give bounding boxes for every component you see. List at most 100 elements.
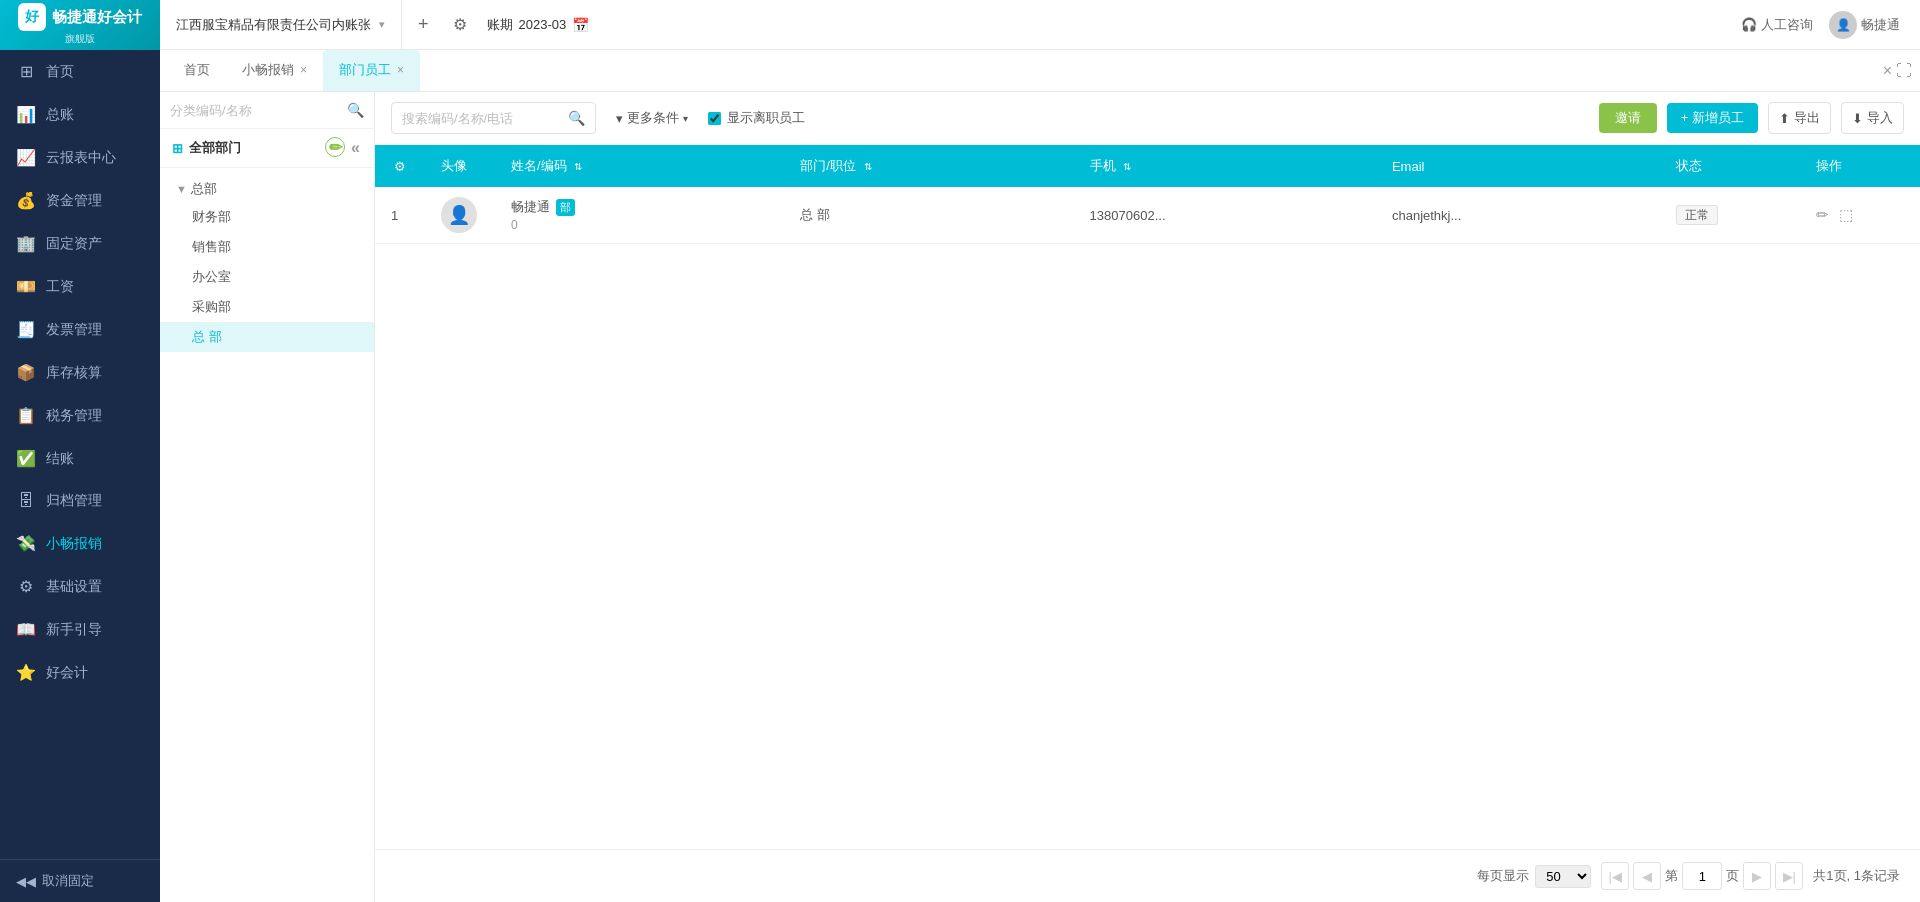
- col-dept[interactable]: 部门/职位 ⇅: [784, 145, 1073, 187]
- row-dept-cell: 总 部: [784, 187, 1073, 244]
- dept-item-general[interactable]: 总 部: [160, 322, 374, 352]
- page-content: 🔍 ⊞ 全部部门 ✏ « ▼ 总部 财务部 销售部: [160, 92, 1920, 902]
- col-settings[interactable]: ⚙: [375, 145, 425, 187]
- sidebar-item-haokuaiji[interactable]: ⭐ 好会计: [0, 651, 160, 694]
- logo: 好 畅捷通好会计 旗舰版: [0, 0, 160, 50]
- sidebar-item-assets[interactable]: 🏢 固定资产: [0, 222, 160, 265]
- last-page-button[interactable]: ▶|: [1775, 862, 1803, 890]
- page-suffix: 页: [1726, 867, 1739, 885]
- employee-name-text: 畅捷通: [511, 198, 550, 216]
- sidebar-item-reports[interactable]: 📈 云报表中心: [0, 136, 160, 179]
- resigned-checkbox-input[interactable]: [708, 112, 721, 125]
- ledger-icon: 📊: [16, 105, 36, 124]
- employee-search-box[interactable]: 🔍: [391, 102, 596, 134]
- sidebar-item-archive[interactable]: 🗄 归档管理: [0, 480, 160, 522]
- sidebar-label-haokuaiji: 好会计: [46, 664, 88, 682]
- add-tab-button[interactable]: +: [414, 14, 433, 35]
- sidebar-item-home[interactable]: ⊞ 首页: [0, 50, 160, 93]
- tab-home[interactable]: 首页: [168, 50, 226, 91]
- company-name: 江西服宝精品有限责任公司内账张: [176, 16, 371, 34]
- unpin-button[interactable]: ◀◀ 取消固定: [0, 859, 160, 902]
- sidebar-item-xiaochang[interactable]: 💸 小畅报销: [0, 522, 160, 565]
- dept-item-sales[interactable]: 销售部: [160, 232, 374, 262]
- dept-item-purchase[interactable]: 采购部: [160, 292, 374, 322]
- settings-icon[interactable]: ⚙: [449, 15, 471, 34]
- dept-header-actions: ✏ «: [325, 137, 362, 159]
- dept-search-input[interactable]: [170, 103, 347, 118]
- dept-group-headquarters[interactable]: ▼ 总部: [160, 176, 374, 202]
- row-phone-cell: 138070602...: [1074, 187, 1376, 244]
- invite-button[interactable]: 邀请: [1599, 103, 1657, 133]
- col-name[interactable]: 姓名/编码 ⇅: [495, 145, 784, 187]
- dept-edit-icon[interactable]: ✏: [325, 137, 345, 157]
- tab-xiaochang[interactable]: 小畅报销 ×: [226, 50, 323, 91]
- calendar-icon[interactable]: 📅: [572, 17, 589, 33]
- sidebar-item-payroll[interactable]: 💴 工资: [0, 265, 160, 308]
- per-page-select[interactable]: 每页显示 50 10 20 100: [1477, 865, 1591, 888]
- sidebar-label-funds: 资金管理: [46, 192, 102, 210]
- dept-all-label: 全部部门: [189, 139, 241, 157]
- reports-icon: 📈: [16, 148, 36, 167]
- sidebar-label-inventory: 库存核算: [46, 364, 102, 382]
- topbar-actions: + ⚙ 账期 2023-03 📅: [402, 14, 601, 35]
- dept-item-finance[interactable]: 财务部: [160, 202, 374, 232]
- row-name-cell: 畅捷通 部 0: [495, 187, 784, 244]
- dept-item-office[interactable]: 办公室: [160, 262, 374, 292]
- prev-page-button[interactable]: ◀: [1633, 862, 1661, 890]
- row-status-cell: 正常: [1660, 187, 1800, 244]
- dept-badge: 部: [556, 199, 575, 216]
- tab-dept-employee[interactable]: 部门员工 ×: [323, 50, 420, 91]
- tab-close-window-icon[interactable]: ×: [1883, 62, 1892, 80]
- next-page-button[interactable]: ▶: [1743, 862, 1771, 890]
- sidebar-item-settings[interactable]: ⚙ 基础设置: [0, 565, 160, 608]
- dept-search-icon[interactable]: 🔍: [347, 102, 364, 118]
- sidebar: ⊞ 首页 📊 总账 📈 云报表中心 💰 资金管理 🏢 固定资产 💴 工资 🧾 发…: [0, 50, 160, 902]
- dept-collapse-icon[interactable]: «: [349, 137, 362, 159]
- col-status: 状态: [1660, 145, 1800, 187]
- sidebar-item-inventory[interactable]: 📦 库存核算: [0, 351, 160, 394]
- show-resigned-checkbox[interactable]: 显示离职员工: [708, 109, 805, 127]
- home-icon: ⊞: [16, 62, 36, 81]
- logout-icon[interactable]: ⬚: [1839, 206, 1853, 224]
- sidebar-item-tax[interactable]: 📋 税务管理: [0, 394, 160, 437]
- company-dropdown-icon[interactable]: ▾: [379, 18, 385, 31]
- col-avatar: 头像: [425, 145, 495, 187]
- tab-close-xiaochang[interactable]: ×: [300, 63, 307, 77]
- edit-icon[interactable]: ✏: [1816, 206, 1829, 224]
- employee-table-container: ⚙ 头像 姓名/编码 ⇅ 部门/职位 ⇅: [375, 145, 1920, 849]
- user-info[interactable]: 👤 畅捷通: [1829, 11, 1900, 39]
- chevron-down-icon: ▾: [683, 113, 688, 124]
- employee-dept: 总 部: [800, 207, 830, 222]
- ai-consult-button[interactable]: 🎧 人工咨询: [1741, 16, 1813, 34]
- tab-expand-buttons: × ⛶: [1883, 62, 1912, 80]
- import-icon: ⬇: [1852, 111, 1863, 126]
- tab-maximize-icon[interactable]: ⛶: [1896, 62, 1912, 80]
- period-value[interactable]: 2023-03: [519, 17, 567, 32]
- first-page-button[interactable]: |◀: [1601, 862, 1629, 890]
- avatar-placeholder: 👤: [441, 197, 477, 233]
- import-button[interactable]: ⬇ 导入: [1841, 102, 1904, 134]
- dept-all-header[interactable]: ⊞ 全部部门 ✏ «: [160, 129, 374, 168]
- add-employee-button[interactable]: + 新增员工: [1667, 103, 1758, 133]
- row-avatar: 👤: [425, 187, 495, 244]
- logo-text: 畅捷通好会计: [52, 8, 142, 27]
- sidebar-item-funds[interactable]: 💰 资金管理: [0, 179, 160, 222]
- col-actions: 操作: [1800, 145, 1920, 187]
- sidebar-item-invoice[interactable]: 🧾 发票管理: [0, 308, 160, 351]
- inventory-icon: 📦: [16, 363, 36, 382]
- tab-close-dept[interactable]: ×: [397, 63, 404, 77]
- more-conditions-button[interactable]: ▾ 更多条件 ▾: [608, 105, 696, 131]
- sidebar-label-tax: 税务管理: [46, 407, 102, 425]
- per-page-dropdown[interactable]: 50 10 20 100: [1535, 865, 1591, 888]
- sidebar-item-closing[interactable]: ✅ 结账: [0, 437, 160, 480]
- col-phone[interactable]: 手机 ⇅: [1074, 145, 1376, 187]
- export-button[interactable]: ⬆ 导出: [1768, 102, 1831, 134]
- sidebar-item-guide[interactable]: 📖 新手引导: [0, 608, 160, 651]
- employee-search-input[interactable]: [402, 111, 562, 126]
- page-number-input[interactable]: [1682, 862, 1722, 890]
- company-section: 江西服宝精品有限责任公司内账张 ▾: [160, 0, 402, 49]
- invoice-icon: 🧾: [16, 320, 36, 339]
- dept-tree: ▼ 总部 财务部 销售部 办公室 采购部 总 部: [160, 168, 374, 902]
- sidebar-item-ledger[interactable]: 📊 总账: [0, 93, 160, 136]
- sidebar-label-home: 首页: [46, 63, 74, 81]
